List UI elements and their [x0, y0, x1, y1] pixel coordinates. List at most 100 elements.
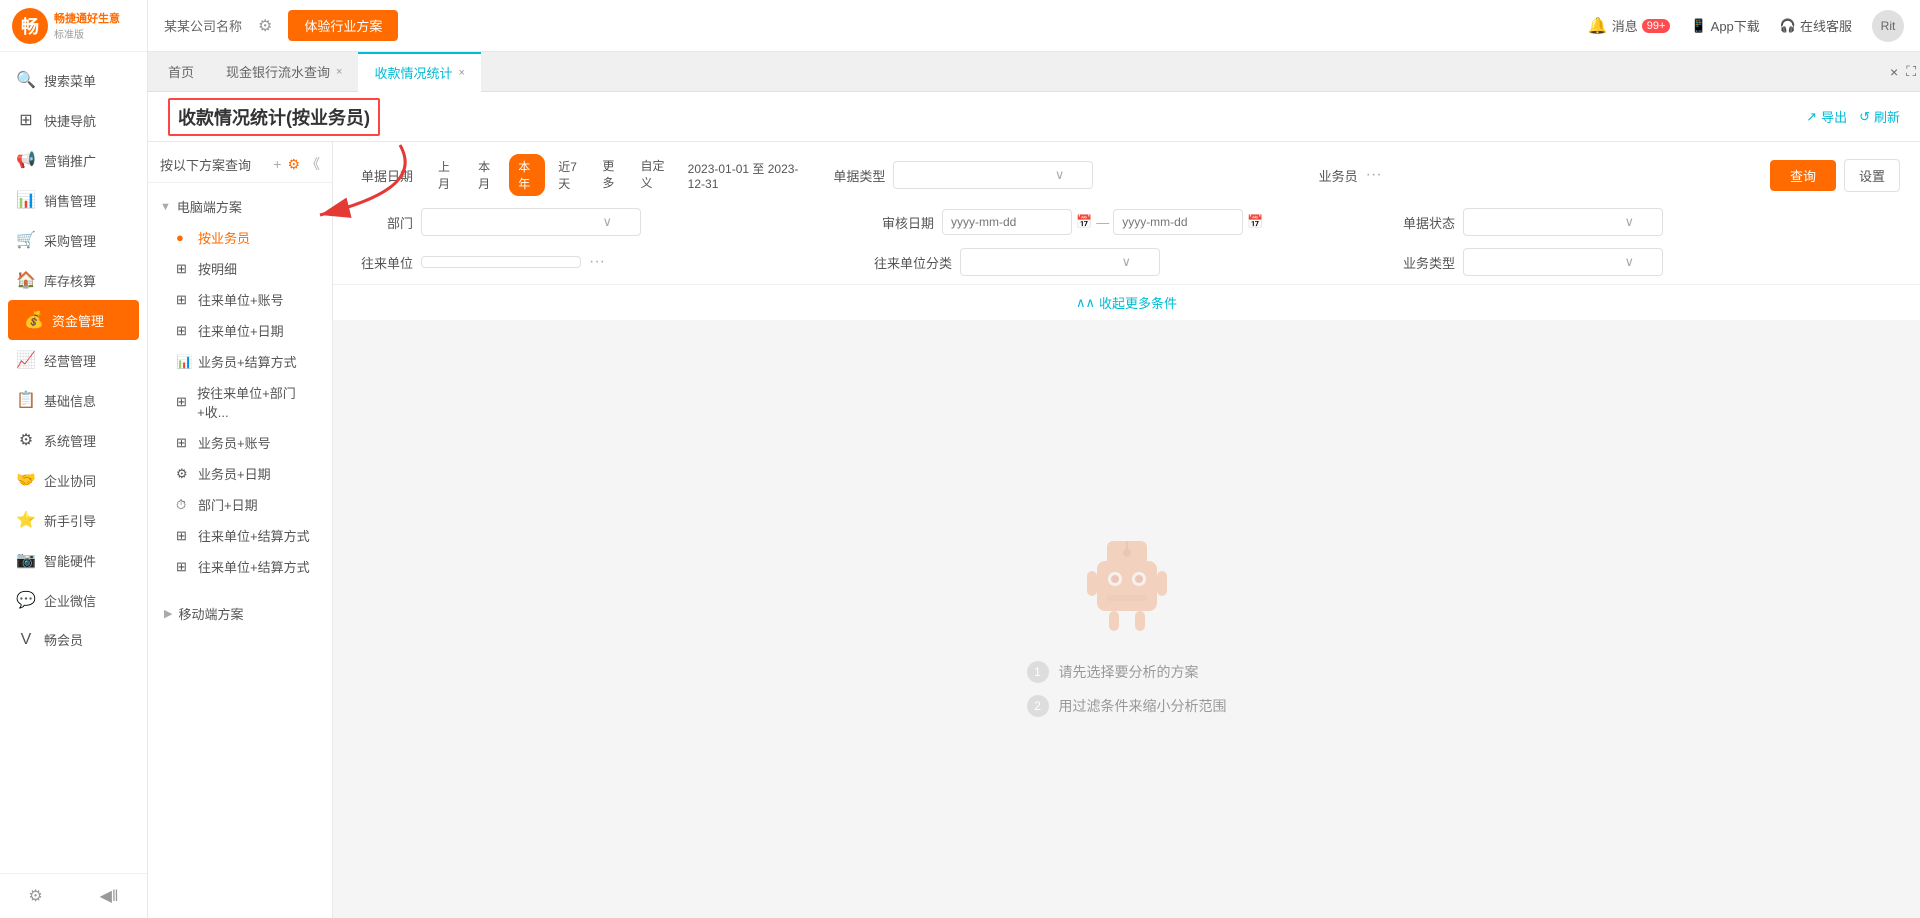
collapse-btn[interactable]: ∧∧ 收起更多条件	[1076, 293, 1177, 312]
add-scheme-btn[interactable]: +	[273, 154, 281, 174]
sidebar-item-basic[interactable]: 📋 基础信息	[0, 380, 147, 420]
review-date-inputs: 📅 — 📅	[942, 209, 1263, 235]
date-tab-custom[interactable]: 自定义	[633, 154, 676, 196]
bill-type-select[interactable]: ∨	[893, 161, 1093, 189]
panel-header: 按以下方案查询 + ⚙ 《	[148, 142, 332, 183]
close-all-tabs-btn[interactable]: ×	[1890, 64, 1898, 80]
business-type-label: 业务类型	[1395, 253, 1455, 272]
scheme-settings-btn[interactable]: ⚙	[287, 154, 300, 174]
filter-row-2: 部门 ∨ 审核日期 📅	[353, 208, 1900, 236]
tab-bank-flow[interactable]: 现金银行流水查询 ×	[210, 52, 358, 92]
active-item-icon: ●	[176, 230, 192, 245]
tabs-bar: 首页 现金银行流水查询 × 收款情况统计 × × ⛶	[148, 52, 1920, 92]
phone-icon: 📱	[1690, 18, 1706, 34]
tree-item-partner-account[interactable]: ⊞ 往来单位+账号	[148, 284, 332, 315]
desktop-group-header[interactable]: ▼ 电脑端方案	[148, 191, 332, 222]
refresh-icon: ↺	[1859, 109, 1870, 125]
notification-area[interactable]: 🔔 消息 99+	[1588, 16, 1671, 36]
panel-title: 按以下方案查询	[160, 155, 251, 174]
date-tab-this-year[interactable]: 本年	[509, 154, 545, 196]
tree-item-partner-settle1[interactable]: ⊞ 往来单位+结算方式	[148, 520, 332, 551]
inventory-icon: 🏠	[16, 270, 36, 290]
dept-select[interactable]: ∨	[421, 208, 641, 236]
salesman-filter-field: 业务员 ···	[1298, 166, 1754, 185]
collapse-sidebar-icon[interactable]: ◀‖	[100, 886, 119, 906]
calendar-end-icon[interactable]: 📅	[1247, 214, 1263, 230]
bill-status-arrow: ∨	[1624, 214, 1634, 230]
header-gear-icon[interactable]: ⚙	[258, 16, 272, 36]
review-date-label: 审核日期	[874, 213, 934, 232]
mobile-group-header[interactable]: ▶ 移动端方案	[148, 598, 332, 629]
tree-item-partner-dept[interactable]: ⊞ 按往来单位+部门+收...	[148, 377, 332, 427]
partner-settle1-icon: ⊞	[176, 528, 192, 544]
trial-btn[interactable]: 体验行业方案	[288, 10, 398, 41]
sidebar-item-enterprise[interactable]: 🤝 企业协同	[0, 460, 147, 500]
tree-item-by-detail[interactable]: ⊞ 按明细	[148, 253, 332, 284]
enterprise-icon: 🤝	[16, 470, 36, 490]
settings-bottom-icon[interactable]: ⚙	[28, 886, 42, 906]
bill-type-label: 单据类型	[825, 166, 885, 185]
business-type-select[interactable]: ∨	[1463, 248, 1663, 276]
purchase-icon: 🛒	[16, 230, 36, 250]
filter-section: 单据日期 上月 本月 本年 近7天 更多 自定义 2023-01-01 至 20…	[333, 142, 1920, 320]
partner-category-select[interactable]: ∨	[960, 248, 1160, 276]
date-tab-more[interactable]: 更多	[594, 154, 628, 196]
tree-item-partner-date[interactable]: ⊞ 往来单位+日期	[148, 315, 332, 346]
tree-item-by-salesman[interactable]: ● 按业务员	[148, 222, 332, 253]
bill-status-select[interactable]: ∨	[1463, 208, 1663, 236]
partner-input[interactable]	[421, 256, 581, 268]
app-download[interactable]: 📱 App下载	[1690, 16, 1759, 35]
tab-home[interactable]: 首页	[152, 52, 210, 92]
sidebar-item-sales[interactable]: 📊 销售管理	[0, 180, 147, 220]
sidebar-item-wechat[interactable]: 💬 企业微信	[0, 580, 147, 620]
expand-arrow: ▼	[160, 201, 171, 213]
sidebar-item-operations[interactable]: 📈 经营管理	[0, 340, 147, 380]
filter-settings-btn[interactable]: 设置	[1844, 159, 1900, 192]
sidebar-item-member[interactable]: V 畅会员	[0, 620, 147, 659]
date-label: 单据日期	[353, 166, 413, 185]
maximize-btn[interactable]: ⛶	[1906, 63, 1916, 80]
calendar-start-icon[interactable]: 📅	[1076, 214, 1092, 230]
tab-close-receipt-stats[interactable]: ×	[458, 67, 464, 79]
online-service[interactable]: 🎧 在线客服	[1780, 16, 1852, 35]
sidebar-item-newbie[interactable]: ⭐ 新手引导	[0, 500, 147, 540]
marketing-icon: 📢	[16, 150, 36, 170]
refresh-btn[interactable]: ↺ 刷新	[1859, 107, 1900, 126]
tab-close-bank-flow[interactable]: ×	[336, 66, 342, 78]
tree-item-salesman-date[interactable]: ⚙ 业务员+日期	[148, 458, 332, 489]
date-tab-this-month[interactable]: 本月	[469, 154, 505, 196]
empty-tip-1: 1 请先选择要分析的方案	[1027, 661, 1227, 683]
review-date-field: 审核日期 📅 — 📅	[874, 209, 1379, 235]
mobile-group: ▶ 移动端方案	[148, 590, 332, 637]
newbie-icon: ⭐	[16, 510, 36, 530]
review-date-start-input[interactable]	[942, 209, 1072, 235]
bill-status-field: 单据状态 ∨	[1395, 208, 1900, 236]
filter-inner: 单据日期 上月 本月 本年 近7天 更多 自定义 2023-01-01 至 20…	[333, 142, 1920, 284]
date-tab-last-month[interactable]: 上月	[429, 154, 465, 196]
sidebar-item-search[interactable]: 🔍 搜索菜单	[0, 60, 147, 100]
sidebar-item-finance[interactable]: 💰 资金管理	[8, 300, 139, 340]
partner-more-btn[interactable]: ···	[589, 253, 605, 271]
salesman-more-btn[interactable]: ···	[1366, 166, 1382, 184]
header-left: 某某公司名称 ⚙ 体验行业方案	[164, 10, 398, 41]
user-avatar[interactable]: Rit	[1872, 10, 1904, 42]
content-area: 按以下方案查询 + ⚙ 《 ▼ 电脑端方案 ●	[148, 142, 1920, 918]
sidebar-item-purchase[interactable]: 🛒 采购管理	[0, 220, 147, 260]
tree-item-salesman-settle[interactable]: 📊 业务员+结算方式	[148, 346, 332, 377]
system-icon: ⚙	[16, 430, 36, 450]
tree-item-partner-settle2[interactable]: ⊞ 往来单位+结算方式	[148, 551, 332, 582]
query-btn[interactable]: 查询	[1770, 160, 1836, 191]
tab-receipt-stats[interactable]: 收款情况统计 ×	[358, 52, 480, 92]
action-row: 查询 设置	[1770, 159, 1900, 192]
sidebar-item-inventory[interactable]: 🏠 库存核算	[0, 260, 147, 300]
tree-item-dept-date[interactable]: ⏱ 部门+日期	[148, 489, 332, 520]
date-tab-7days[interactable]: 近7天	[549, 154, 590, 196]
sidebar-item-system[interactable]: ⚙ 系统管理	[0, 420, 147, 460]
collapse-panel-btn[interactable]: 《	[306, 154, 320, 174]
sidebar-item-shortcut[interactable]: ⊞ 快捷导航	[0, 100, 147, 140]
export-btn[interactable]: ↗ 导出	[1806, 107, 1847, 126]
sidebar-item-marketing[interactable]: 📢 营销推广	[0, 140, 147, 180]
review-date-end-input[interactable]	[1113, 209, 1243, 235]
tree-item-salesman-account[interactable]: ⊞ 业务员+账号	[148, 427, 332, 458]
sidebar-item-hardware[interactable]: 📷 智能硬件	[0, 540, 147, 580]
